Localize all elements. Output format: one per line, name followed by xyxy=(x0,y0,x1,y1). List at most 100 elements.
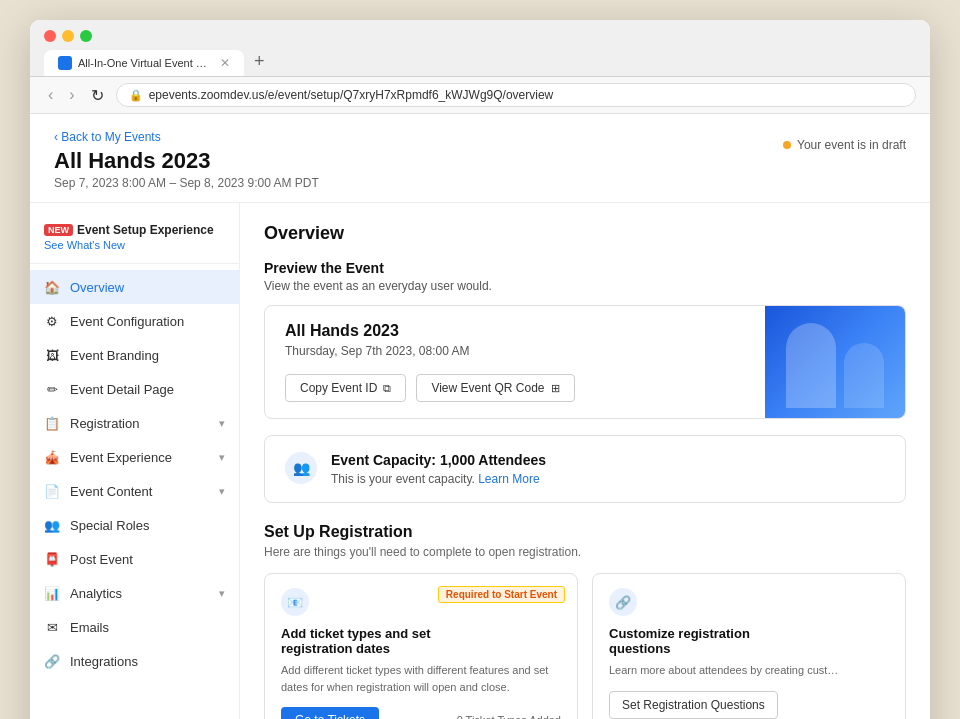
page-content: ‹ Back to My Events All Hands 2023 Sep 7… xyxy=(30,114,930,719)
sidebar-item-label: Registration xyxy=(70,416,139,431)
nav-back-button[interactable]: ‹ xyxy=(44,84,57,106)
minimize-dot[interactable] xyxy=(62,30,74,42)
sidebar-item-post-event[interactable]: 📮 Post Event xyxy=(30,542,239,576)
draft-badge: Your event is in draft xyxy=(783,138,906,152)
main-layout: NEW Event Setup Experience See What's Ne… xyxy=(30,203,930,719)
required-badge: Required to Start Event xyxy=(438,586,565,603)
new-tab-button[interactable]: + xyxy=(248,51,271,76)
browser-window: All-In-One Virtual Event Platf… ✕ + ‹ › … xyxy=(30,20,930,719)
active-tab[interactable]: All-In-One Virtual Event Platf… ✕ xyxy=(44,50,244,76)
capacity-text: Event Capacity: 1,000 Attendees This is … xyxy=(331,452,546,486)
learn-more-link[interactable]: Learn More xyxy=(478,472,539,486)
url-text: epevents.zoomdev.us/e/event/setup/Q7xryH… xyxy=(149,88,554,102)
sidebar-item-label: Event Content xyxy=(70,484,152,499)
browser-tabs: All-In-One Virtual Event Platf… ✕ + xyxy=(44,50,916,76)
preview-section-title: Preview the Event xyxy=(264,260,906,276)
clipboard-icon: 📋 xyxy=(44,415,60,431)
sidebar: NEW Event Setup Experience See What's Ne… xyxy=(30,203,240,719)
draft-status-text: Your event is in draft xyxy=(797,138,906,152)
sidebar-item-analytics[interactable]: 📊 Analytics ▾ xyxy=(30,576,239,610)
nav-forward-button[interactable]: › xyxy=(65,84,78,106)
tab-title: All-In-One Virtual Event Platf… xyxy=(78,57,214,69)
home-icon: 🏠 xyxy=(44,279,60,295)
sidebar-item-event-experience[interactable]: 🎪 Event Experience ▾ xyxy=(30,440,239,474)
sidebar-item-label: Analytics xyxy=(70,586,122,601)
sidebar-item-label: Event Branding xyxy=(70,348,159,363)
chart-icon: 📊 xyxy=(44,585,60,601)
sidebar-item-label: Integrations xyxy=(70,654,138,669)
new-badge: NEW xyxy=(44,224,73,236)
qr-icon: ⊞ xyxy=(551,382,560,395)
sidebar-item-label: Event Experience xyxy=(70,450,172,465)
image-icon: 🖼 xyxy=(44,347,60,363)
document-icon: 📄 xyxy=(44,483,60,499)
browser-chrome: All-In-One Virtual Event Platf… ✕ + xyxy=(30,20,930,77)
tab-favicon xyxy=(58,56,72,70)
registration-section: Set Up Registration Here are things you'… xyxy=(264,523,906,719)
maximize-dot[interactable] xyxy=(80,30,92,42)
sidebar-item-label: Overview xyxy=(70,280,124,295)
registration-section-sub: Here are things you'll need to complete … xyxy=(264,545,906,559)
sidebar-item-event-detail-page[interactable]: ✏ Event Detail Page xyxy=(30,372,239,406)
preview-section-sub: View the event as an everyday user would… xyxy=(264,279,906,293)
chevron-down-icon: ▾ xyxy=(219,587,225,600)
reg-card-title: Customize registration questions xyxy=(609,626,889,656)
preview-card: All Hands 2023 Thursday, Sep 7th 2023, 0… xyxy=(264,305,906,419)
sidebar-item-event-configuration[interactable]: ⚙ Event Configuration xyxy=(30,304,239,338)
sidebar-item-event-content[interactable]: 📄 Event Content ▾ xyxy=(30,474,239,508)
go-to-tickets-button[interactable]: Go to Tickets xyxy=(281,707,379,719)
close-dot[interactable] xyxy=(44,30,56,42)
sidebar-item-registration[interactable]: 📋 Registration ▾ xyxy=(30,406,239,440)
questions-icon: 🔗 xyxy=(609,588,637,616)
registration-card-questions: 🔗 Customize registration questions Learn… xyxy=(592,573,906,719)
sidebar-item-label: Emails xyxy=(70,620,109,635)
capacity-title: Event Capacity: 1,000 Attendees xyxy=(331,452,546,468)
set-registration-questions-button[interactable]: Set Registration Questions xyxy=(609,691,778,719)
registration-section-title: Set Up Registration xyxy=(264,523,906,541)
registration-card-tickets: Required to Start Event 📧 Add ticket typ… xyxy=(264,573,578,719)
link-icon: 🔗 xyxy=(44,653,60,669)
preview-card-date: Thursday, Sep 7th 2023, 08:00 AM xyxy=(285,344,745,358)
copy-event-id-button[interactable]: Copy Event ID ⧉ xyxy=(285,374,406,402)
arch-shape-1 xyxy=(786,323,836,408)
reg-card-description: Learn more about attendees by creating c… xyxy=(609,662,889,679)
chevron-down-icon: ▾ xyxy=(219,485,225,498)
sidebar-promo-title: NEW Event Setup Experience xyxy=(44,223,225,237)
sidebar-item-overview[interactable]: 🏠 Overview xyxy=(30,270,239,304)
sidebar-item-label: Special Roles xyxy=(70,518,150,533)
address-bar[interactable]: 🔒 epevents.zoomdev.us/e/event/setup/Q7xr… xyxy=(116,83,916,107)
capacity-icon: 👥 xyxy=(285,452,317,484)
preview-section: Preview the Event View the event as an e… xyxy=(264,260,906,293)
sidebar-item-integrations[interactable]: 🔗 Integrations xyxy=(30,644,239,678)
top-bar: ‹ Back to My Events All Hands 2023 Sep 7… xyxy=(30,114,930,203)
chevron-down-icon: ▾ xyxy=(219,451,225,464)
copy-icon: ⧉ xyxy=(383,382,391,395)
reg-card-description: Add different ticket types with differen… xyxy=(281,662,561,695)
reg-card-footer: Go to Tickets 0 Ticket Types Added xyxy=(281,707,561,719)
page-title: All Hands 2023 xyxy=(54,148,319,174)
ticket-icon: 📧 xyxy=(281,588,309,616)
edit-icon: ✏ xyxy=(44,381,60,397)
browser-nav: ‹ › ↻ 🔒 epevents.zoomdev.us/e/event/setu… xyxy=(30,77,930,114)
preview-card-body: All Hands 2023 Thursday, Sep 7th 2023, 0… xyxy=(265,306,765,418)
sidebar-item-special-roles[interactable]: 👥 Special Roles xyxy=(30,508,239,542)
registration-cards: Required to Start Event 📧 Add ticket typ… xyxy=(264,573,906,719)
sidebar-item-label: Post Event xyxy=(70,552,133,567)
reg-card-footer: Set Registration Questions xyxy=(609,691,889,719)
nav-refresh-button[interactable]: ↻ xyxy=(87,84,108,107)
page-subtitle: Sep 7, 2023 8:00 AM – Sep 8, 2023 9:00 A… xyxy=(54,176,319,190)
sidebar-promo-link[interactable]: See What's New xyxy=(44,239,225,251)
tab-close-button[interactable]: ✕ xyxy=(220,56,230,70)
arch-shape-2 xyxy=(844,343,884,408)
users-icon: 👥 xyxy=(44,517,60,533)
view-event-qr-button[interactable]: View Event QR Code ⊞ xyxy=(416,374,574,402)
back-link[interactable]: ‹ Back to My Events xyxy=(54,130,319,144)
reg-card-title: Add ticket types and set registration da… xyxy=(281,626,561,656)
preview-image-shapes xyxy=(776,313,894,418)
email-icon: ✉ xyxy=(44,619,60,635)
sidebar-item-event-branding[interactable]: 🖼 Event Branding xyxy=(30,338,239,372)
event-icon: 🎪 xyxy=(44,449,60,465)
sidebar-item-label: Event Configuration xyxy=(70,314,184,329)
sidebar-item-label: Event Detail Page xyxy=(70,382,174,397)
sidebar-item-emails[interactable]: ✉ Emails xyxy=(30,610,239,644)
